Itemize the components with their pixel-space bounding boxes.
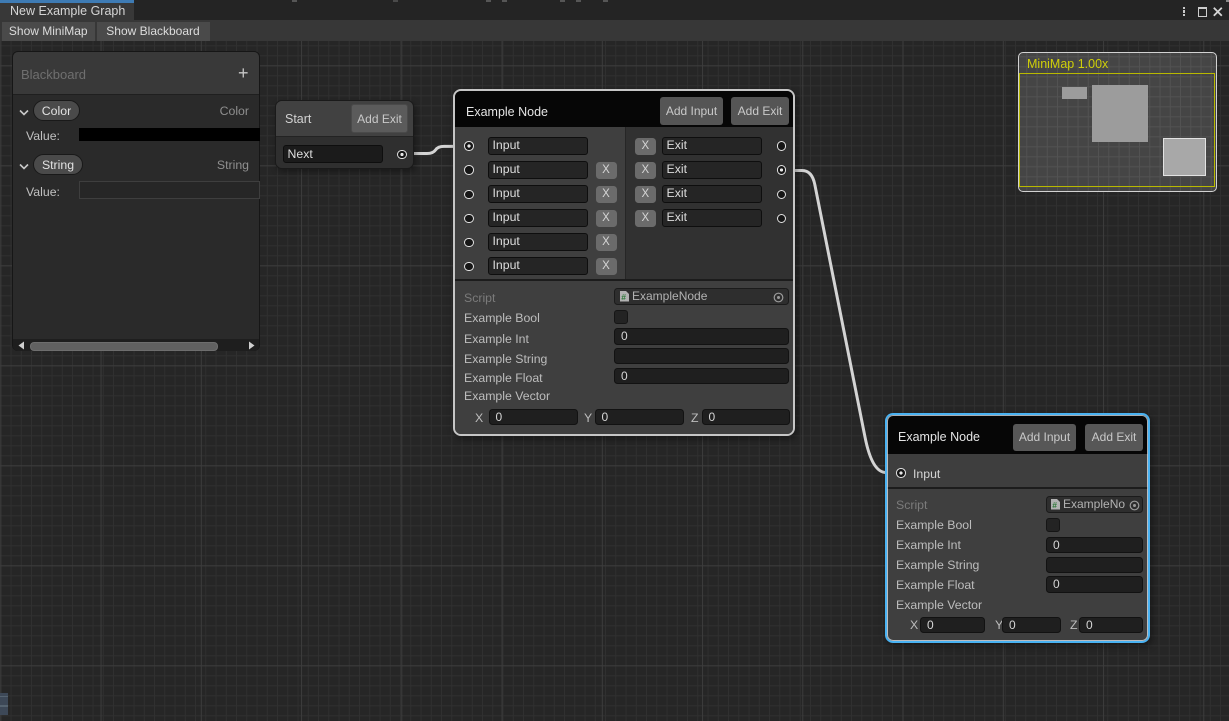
- svg-text:#: #: [621, 292, 626, 302]
